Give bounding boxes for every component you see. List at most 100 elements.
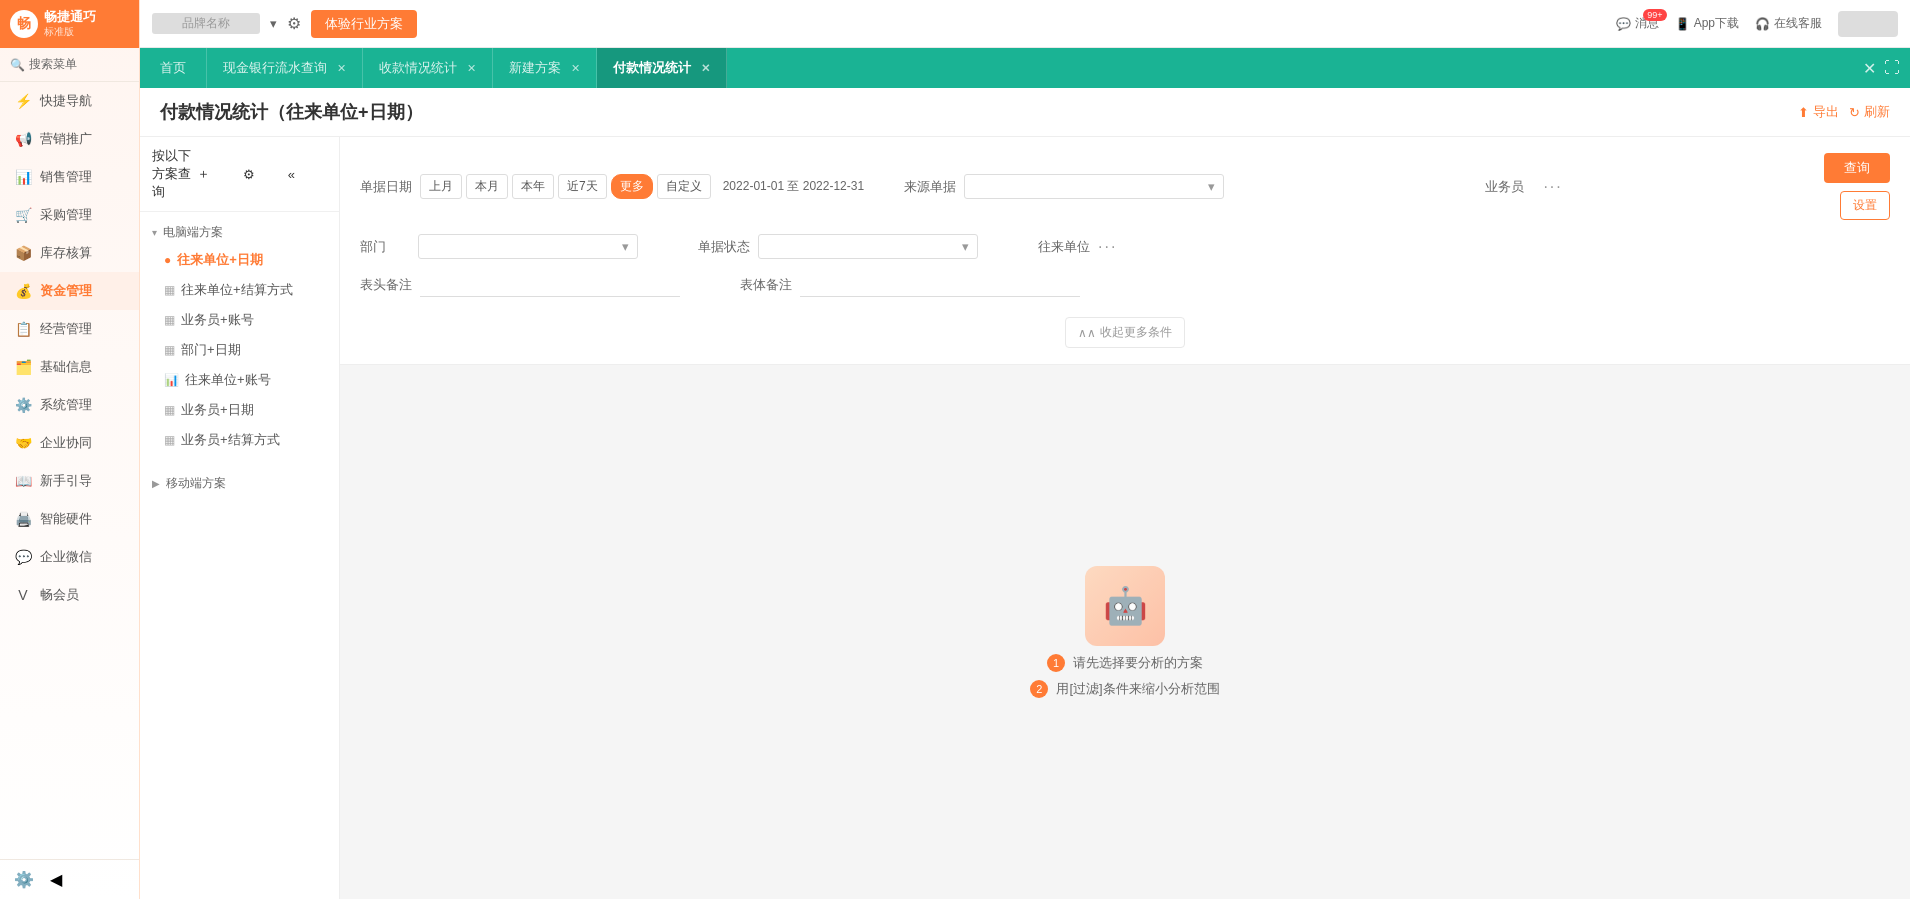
scheme-group-desktop: ▾ 电脑端方案 ● 往来单位+日期 ▦ 往来单位+结算方式 ▦: [140, 212, 339, 463]
right-section: 单据日期 上月 本月 本年 近7天 更多 自定义 2022-01-01 至 20…: [340, 137, 1910, 899]
scheme-add-icon[interactable]: ＋: [197, 165, 236, 183]
sidebar-item-capital[interactable]: 💰 资金管理: [0, 272, 139, 310]
sidebar-item-guide[interactable]: 📖 新手引导: [0, 462, 139, 500]
scheme-item-staff-settlement[interactable]: ▦ 业务员+结算方式: [140, 425, 339, 455]
user-avatar[interactable]: [1838, 11, 1898, 37]
settings-footer-icon[interactable]: ⚙️: [14, 870, 34, 889]
filter-partner-item: 往来单位 ···: [1038, 238, 1117, 256]
refresh-btn[interactable]: ↻ 刷新: [1849, 103, 1890, 121]
partner-label: 往来单位: [1038, 238, 1090, 256]
sidebar-item-label: 营销推广: [40, 130, 92, 148]
tab-new-plan[interactable]: 新建方案 ✕: [493, 48, 597, 88]
scheme-item-partner-settlement[interactable]: ▦ 往来单位+结算方式: [140, 275, 339, 305]
filter-staff-item: 业务员 ···: [1485, 178, 1562, 196]
tab-home[interactable]: 首页: [140, 48, 207, 88]
sidebar-item-management[interactable]: 📋 经营管理: [0, 310, 139, 348]
sidebar-item-member[interactable]: V 畅会员: [0, 576, 139, 614]
tab-home-label: 首页: [160, 59, 186, 77]
sidebar-item-system[interactable]: ⚙️ 系统管理: [0, 386, 139, 424]
sidebar-footer: ⚙️ ◀: [0, 859, 139, 899]
scheme-group-desktop-title[interactable]: ▾ 电脑端方案: [140, 220, 339, 245]
tab-collection-stats-close[interactable]: ✕: [467, 62, 476, 75]
capital-icon: 💰: [14, 282, 32, 300]
scheme-item-active-icon: ●: [164, 253, 171, 267]
tab-expand-icon[interactable]: ⛶: [1884, 59, 1900, 77]
scheme-item-icon: ▦: [164, 343, 175, 357]
scheme-item-dept-date[interactable]: ▦ 部门+日期: [140, 335, 339, 365]
query-btn[interactable]: 查询: [1824, 153, 1890, 183]
scheme-item-partner-date[interactable]: ● 往来单位+日期: [140, 245, 339, 275]
partner-dots[interactable]: ···: [1098, 238, 1117, 256]
doc-status-label: 单据状态: [698, 238, 750, 256]
sidebar-item-enterprise[interactable]: 🤝 企业协同: [0, 424, 139, 462]
collapse-more-conditions-btn[interactable]: ∧∧ 收起更多条件: [1065, 317, 1185, 348]
group-label: 电脑端方案: [163, 224, 223, 241]
basic-icon: 🗂️: [14, 358, 32, 376]
tabs-right: ✕ ⛶: [1863, 59, 1910, 78]
main: 品牌名称 ▾ ⚙ 体验行业方案 💬 消息 99+ 📱 App下载 🎧 在线客服: [140, 0, 1910, 899]
sidebar-item-marketing[interactable]: 📢 营销推广: [0, 120, 139, 158]
topbar-online-service[interactable]: 🎧 在线客服: [1755, 15, 1822, 32]
message-icon: 💬: [1616, 17, 1631, 31]
sidebar-item-smart[interactable]: 🖨️ 智能硬件: [0, 500, 139, 538]
date-btn-more[interactable]: 更多: [611, 174, 653, 199]
date-btn-last-7-days[interactable]: 近7天: [558, 174, 607, 199]
collapse-sidebar-icon[interactable]: ◀: [50, 870, 62, 889]
tab-payment-stats[interactable]: 付款情况统计 ✕: [597, 48, 727, 88]
date-btn-this-year[interactable]: 本年: [512, 174, 554, 199]
tab-bank-flow[interactable]: 现金银行流水查询 ✕: [207, 48, 363, 88]
dropdown-arrow-icon: ▾: [270, 16, 277, 31]
scheme-item-staff-account[interactable]: ▦ 业务员+账号: [140, 305, 339, 335]
topbar: 品牌名称 ▾ ⚙ 体验行业方案 💬 消息 99+ 📱 App下载 🎧 在线客服: [140, 0, 1910, 48]
sidebar-item-basic[interactable]: 🗂️ 基础信息: [0, 348, 139, 386]
export-btn[interactable]: ⬆ 导出: [1798, 103, 1839, 121]
topbar-app-download[interactable]: 📱 App下载: [1675, 15, 1739, 32]
source-doc-select[interactable]: ▾: [964, 174, 1224, 199]
settings-btn[interactable]: 设置: [1840, 191, 1890, 220]
table-header-note-input[interactable]: [420, 273, 680, 297]
staff-dots[interactable]: ···: [1543, 178, 1562, 196]
doc-status-select[interactable]: ▾: [758, 234, 978, 259]
filter-dept-item: 部门 ▾: [360, 234, 638, 259]
tab-close-all-icon[interactable]: ✕: [1863, 59, 1876, 78]
dept-select[interactable]: ▾: [418, 234, 638, 259]
sidebar-item-wechat[interactable]: 💬 企业微信: [0, 538, 139, 576]
group-label: 移动端方案: [166, 475, 226, 492]
filter-row-1: 单据日期 上月 本月 本年 近7天 更多 自定义 2022-01-01 至 20…: [360, 153, 1890, 220]
date-btn-custom[interactable]: 自定义: [657, 174, 711, 199]
trial-btn[interactable]: 体验行业方案: [311, 10, 417, 38]
scheme-collapse-icon[interactable]: «: [288, 167, 327, 182]
dept-label: 部门: [360, 238, 410, 256]
tab-new-plan-label: 新建方案: [509, 59, 561, 77]
sidebar: 畅 畅捷通巧 标准版 🔍 搜索菜单 ⚡ 快捷导航 📢 营销推广 📊 销售管理 🛒…: [0, 0, 140, 899]
scheme-item-partner-account[interactable]: 📊 往来单位+账号: [140, 365, 339, 395]
tab-bank-flow-close[interactable]: ✕: [337, 62, 346, 75]
sidebar-search[interactable]: 🔍 搜索菜单: [0, 48, 139, 82]
tab-new-plan-close[interactable]: ✕: [571, 62, 580, 75]
tab-collection-stats[interactable]: 收款情况统计 ✕: [363, 48, 493, 88]
date-btn-last-month[interactable]: 上月: [420, 174, 462, 199]
topbar-settings-icon[interactable]: ⚙: [287, 14, 301, 33]
table-body-note-label: 表体备注: [740, 276, 792, 294]
table-body-note-input[interactable]: [800, 273, 1080, 297]
query-btns: 查询 设置: [1824, 153, 1890, 220]
scheme-item-staff-date[interactable]: ▦ 业务员+日期: [140, 395, 339, 425]
scheme-settings-icon[interactable]: ⚙: [243, 167, 282, 182]
scheme-item-icon: ▦: [164, 313, 175, 327]
tab-payment-stats-label: 付款情况统计: [613, 59, 691, 77]
sidebar-item-inventory[interactable]: 📦 库存核算: [0, 234, 139, 272]
topbar-messages[interactable]: 💬 消息 99+: [1616, 15, 1659, 32]
messages-badge: 99+: [1643, 9, 1666, 21]
scheme-group-mobile-title[interactable]: ▶ 移动端方案: [140, 471, 339, 496]
topbar-dropdown[interactable]: ▾: [270, 16, 277, 31]
sidebar-item-quick-nav[interactable]: ⚡ 快捷导航: [0, 82, 139, 120]
scheme-group-mobile: ▶ 移动端方案: [140, 463, 339, 504]
tab-payment-stats-close[interactable]: ✕: [701, 62, 710, 75]
sidebar-item-purchase[interactable]: 🛒 采购管理: [0, 196, 139, 234]
scheme-item-icon: ▦: [164, 403, 175, 417]
sidebar-item-sales[interactable]: 📊 销售管理: [0, 158, 139, 196]
date-btn-this-month[interactable]: 本月: [466, 174, 508, 199]
online-service-label: 在线客服: [1774, 15, 1822, 32]
empty-state: 🤖 1 请先选择要分析的方案 2 用[过滤]条件来缩小分析范围: [340, 365, 1910, 899]
management-icon: 📋: [14, 320, 32, 338]
